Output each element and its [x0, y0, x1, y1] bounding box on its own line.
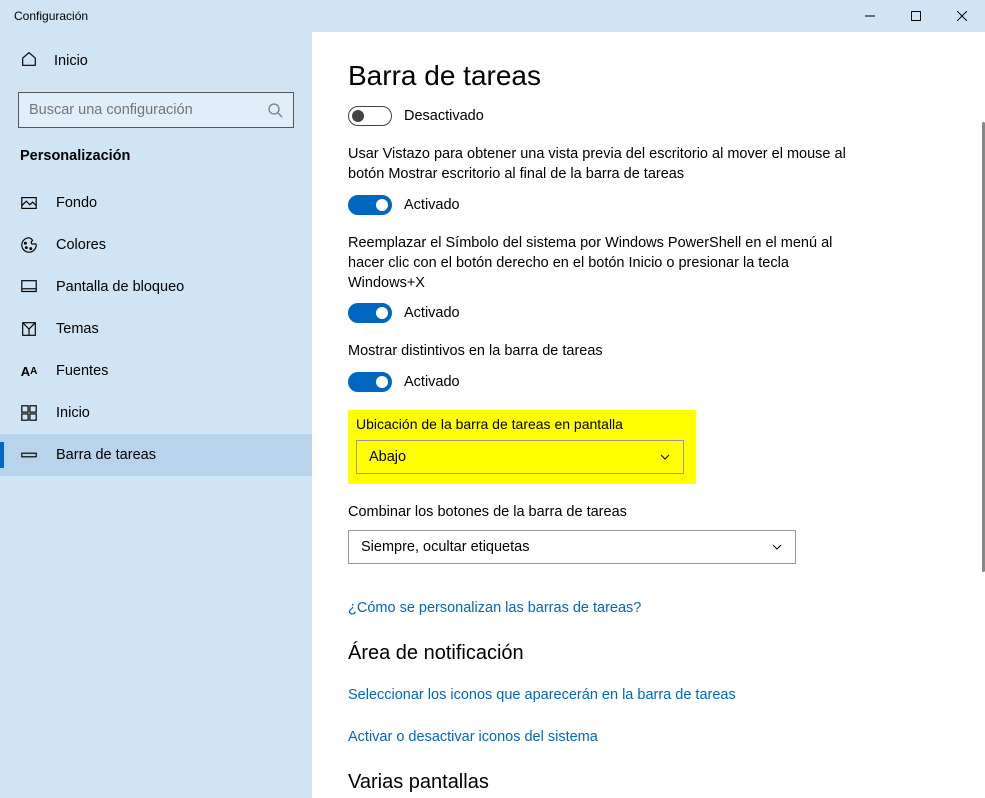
combine-dropdown[interactable]: Siempre, ocultar etiquetas	[348, 530, 796, 564]
toggle-row-1: Desactivado	[348, 106, 949, 126]
maximize-button[interactable]	[893, 0, 939, 32]
themes-icon	[20, 320, 38, 338]
nav-list: Fondo Colores Pantalla de bloqueo Temas …	[0, 182, 312, 476]
page-title: Barra de tareas	[348, 60, 949, 92]
toggle-row-3: Activado	[348, 303, 949, 323]
chevron-down-icon	[659, 451, 671, 463]
location-label: Ubicación de la barra de tareas en panta…	[356, 416, 688, 432]
start-icon	[20, 404, 38, 422]
search-box[interactable]	[18, 92, 294, 128]
window-title: Configuración	[0, 9, 88, 23]
setting-desc-powershell: Reemplazar el Símbolo del sistema por Wi…	[348, 233, 858, 294]
scrollbar[interactable]	[981, 32, 985, 798]
nav-item-colores[interactable]: Colores	[0, 224, 312, 266]
subheading-pantallas: Varias pantallas	[348, 771, 949, 794]
home-icon	[20, 50, 38, 72]
home-link[interactable]: Inicio	[0, 40, 312, 82]
nav-item-bloqueo[interactable]: Pantalla de bloqueo	[0, 266, 312, 308]
main-area: Inicio Personalización Fondo Colores Pan…	[0, 32, 985, 798]
sidebar: Inicio Personalización Fondo Colores Pan…	[0, 32, 312, 798]
nav-item-barra-tareas[interactable]: Barra de tareas	[0, 434, 312, 476]
fonts-icon: AA	[20, 362, 38, 380]
minimize-button[interactable]	[847, 0, 893, 32]
toggle-1-state: Desactivado	[404, 108, 484, 124]
section-title: Personalización	[0, 142, 312, 182]
nav-label: Pantalla de bloqueo	[56, 279, 184, 295]
toggle-peek[interactable]	[348, 195, 392, 215]
toggle-badges[interactable]	[348, 372, 392, 392]
close-button[interactable]	[939, 0, 985, 32]
window-controls	[847, 0, 985, 32]
toggle-3-state: Activado	[404, 305, 460, 321]
nav-label: Colores	[56, 237, 106, 253]
subheading-notificaciones: Área de notificación	[348, 642, 949, 665]
nav-item-fuentes[interactable]: AA Fuentes	[0, 350, 312, 392]
nav-item-temas[interactable]: Temas	[0, 308, 312, 350]
combine-label: Combinar los botones de la barra de tare…	[348, 504, 949, 520]
highlighted-location-setting: Ubicación de la barra de tareas en panta…	[348, 410, 696, 484]
image-icon	[20, 194, 38, 212]
link-select-icons[interactable]: Seleccionar los iconos que aparecerán en…	[348, 687, 949, 703]
search-icon	[267, 102, 283, 118]
titlebar: Configuración	[0, 0, 985, 32]
taskbar-icon	[20, 446, 38, 464]
toggle-1[interactable]	[348, 106, 392, 126]
combine-value: Siempre, ocultar etiquetas	[361, 539, 529, 555]
link-system-icons[interactable]: Activar o desactivar iconos del sistema	[348, 729, 949, 745]
link-customize[interactable]: ¿Cómo se personalizan las barras de tare…	[348, 600, 949, 616]
toggle-powershell[interactable]	[348, 303, 392, 323]
search-input[interactable]	[29, 102, 267, 118]
location-dropdown[interactable]: Abajo	[356, 440, 684, 474]
nav-label: Barra de tareas	[56, 447, 156, 463]
toggle-row-2: Activado	[348, 195, 949, 215]
setting-desc-peek: Usar Vistazo para obtener una vista prev…	[348, 144, 858, 185]
nav-item-fondo[interactable]: Fondo	[0, 182, 312, 224]
home-label: Inicio	[54, 53, 88, 69]
toggle-2-state: Activado	[404, 197, 460, 213]
chevron-down-icon	[771, 541, 783, 553]
nav-label: Fuentes	[56, 363, 108, 379]
setting-desc-badges: Mostrar distintivos en la barra de tarea…	[348, 341, 858, 361]
nav-label: Inicio	[56, 405, 90, 421]
nav-item-inicio[interactable]: Inicio	[0, 392, 312, 434]
toggle-4-state: Activado	[404, 374, 460, 390]
content-pane: Barra de tareas Desactivado Usar Vistazo…	[312, 32, 985, 798]
palette-icon	[20, 236, 38, 254]
lockscreen-icon	[20, 278, 38, 296]
nav-label: Fondo	[56, 195, 97, 211]
toggle-row-4: Activado	[348, 372, 949, 392]
location-value: Abajo	[369, 449, 406, 465]
nav-label: Temas	[56, 321, 99, 337]
